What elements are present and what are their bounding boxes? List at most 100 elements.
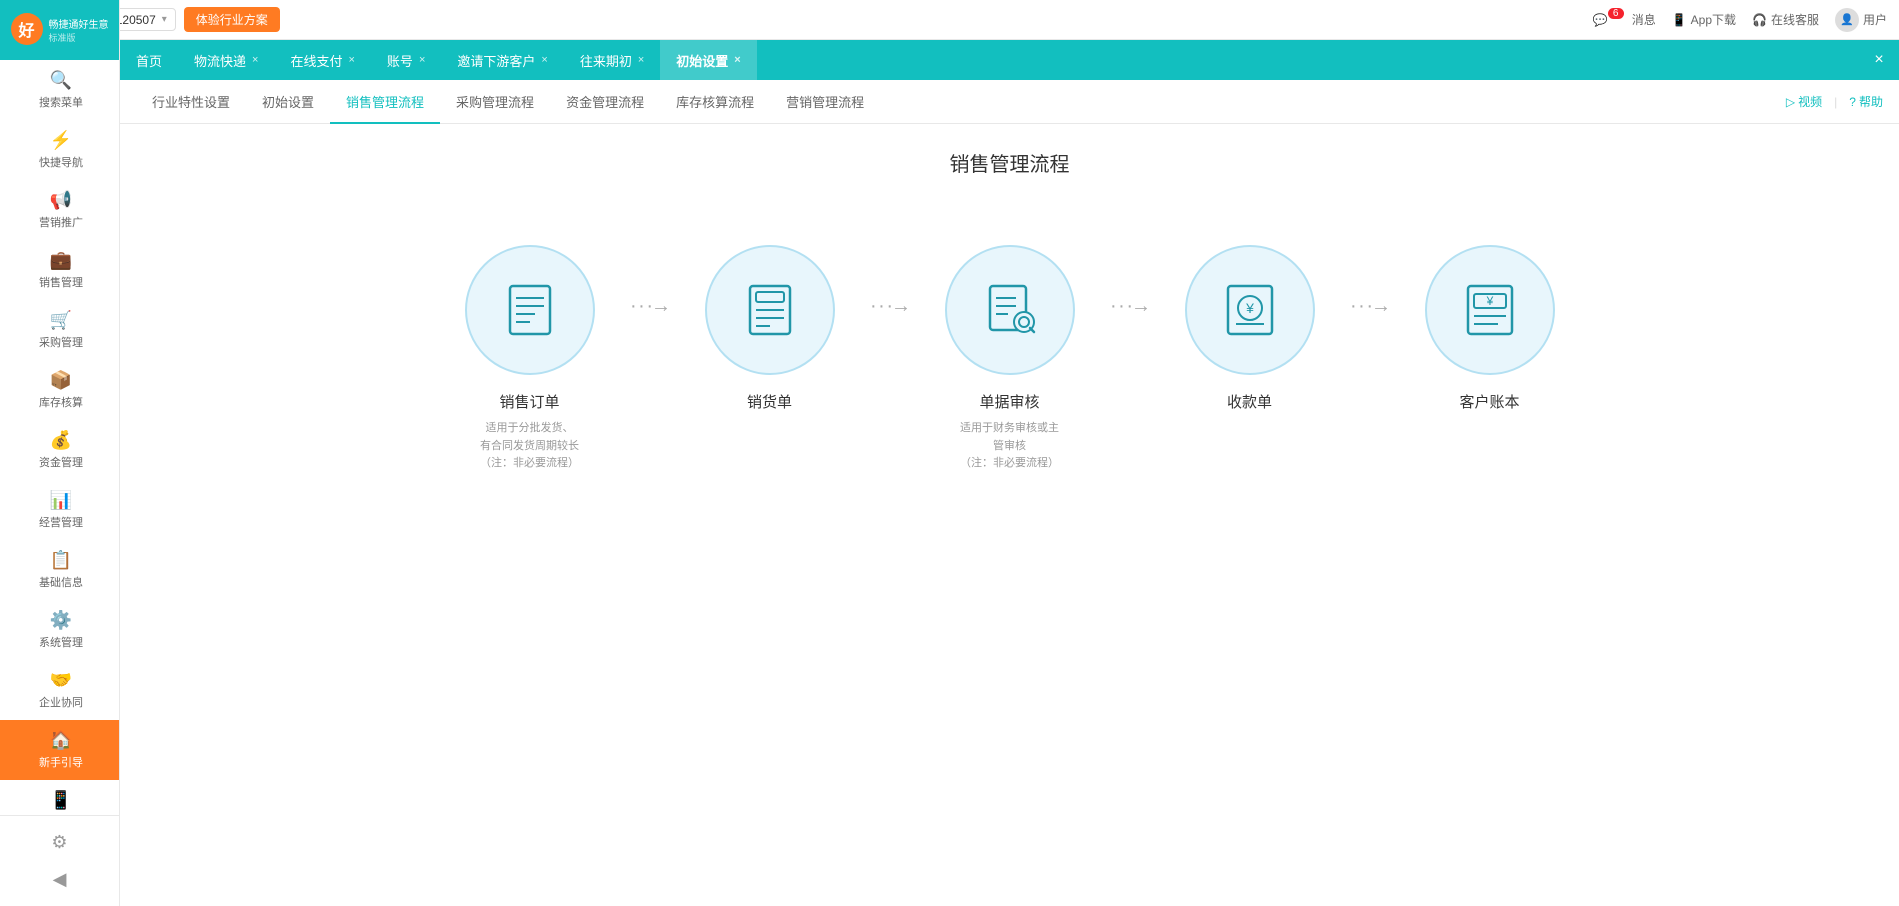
sidebar-item-label: 企业协同 bbox=[39, 694, 83, 710]
message-label: 消息 bbox=[1632, 11, 1656, 28]
sidebar-item-快捷导航[interactable]: ⚡ 快捷导航 bbox=[0, 120, 119, 180]
flow-label-account: 客户账本 bbox=[1459, 391, 1519, 412]
svg-text:¥: ¥ bbox=[1245, 300, 1254, 316]
nav-tab-邀请下游客户[interactable]: 邀请下游客户 × bbox=[441, 40, 563, 80]
sub-tab-销售管理流程[interactable]: 销售管理流程 bbox=[330, 80, 440, 124]
sidebar-icon: 🤝 bbox=[50, 670, 72, 691]
sub-tab-初始设置[interactable]: 初始设置 bbox=[246, 80, 330, 124]
page-title: 销售管理流程 bbox=[152, 148, 1867, 177]
app-download-group[interactable]: 📱 App下载 bbox=[1672, 11, 1736, 28]
user-group[interactable]: 👤 用户 bbox=[1835, 8, 1887, 32]
logo-icon: 好 bbox=[11, 13, 43, 45]
nav-tab-往来期初[interactable]: 往来期初 × bbox=[564, 40, 660, 80]
logo-title: 畅捷通好生意 bbox=[49, 16, 109, 31]
sidebar-item-库存核算[interactable]: 📦 库存核算 bbox=[0, 360, 119, 420]
nav-tab-账号[interactable]: 账号 × bbox=[371, 40, 441, 80]
nav-tab-close-icon[interactable]: × bbox=[638, 54, 644, 66]
nav-tab-label: 初始设置 bbox=[676, 51, 728, 70]
sidebar-bottom: ⚙ ◀ bbox=[0, 815, 119, 906]
nav-tab-在线支付[interactable]: 在线支付 × bbox=[274, 40, 370, 80]
flow-circle-sales-order[interactable] bbox=[465, 245, 595, 375]
sub-tabs: 行业特性设置初始设置销售管理流程采购管理流程资金管理流程库存核算流程营销管理流程… bbox=[120, 80, 1899, 124]
flow-arrow-1: · · ·→ bbox=[860, 245, 920, 318]
nav-tab-label: 邀请下游客户 bbox=[457, 51, 535, 70]
nav-tab-物流快递[interactable]: 物流快递 × bbox=[178, 40, 274, 80]
nav-tab-close-icon[interactable]: × bbox=[252, 54, 258, 66]
flow-circle-sales-invoice[interactable] bbox=[705, 245, 835, 375]
sidebar-item-企业协同[interactable]: 🤝 企业协同 bbox=[0, 660, 119, 720]
sidebar-item-资金管理[interactable]: 💰 资金管理 bbox=[0, 420, 119, 480]
sub-tab-营销管理流程[interactable]: 营销管理流程 bbox=[770, 80, 880, 124]
sidebar-item-采购管理[interactable]: 🛒 采购管理 bbox=[0, 300, 119, 360]
sidebar-item-搜索菜单[interactable]: 🔍 搜索菜单 bbox=[0, 60, 119, 120]
help-icon: ? bbox=[1849, 95, 1856, 109]
nav-tab-label: 首页 bbox=[136, 51, 162, 70]
flow-circle-audit[interactable] bbox=[945, 245, 1075, 375]
sidebar-item-label: 新手引导 bbox=[39, 754, 83, 770]
trial-button[interactable]: 体验行业方案 bbox=[184, 7, 280, 32]
nav-tab-初始设置[interactable]: 初始设置 × bbox=[660, 40, 756, 80]
global-close-button[interactable]: × bbox=[1859, 40, 1899, 80]
nav-tabs: 首页物流快递 ×在线支付 ×账号 ×邀请下游客户 ×往来期初 ×初始设置 × bbox=[120, 40, 1899, 80]
help-link[interactable]: ? 帮助 bbox=[1849, 93, 1883, 110]
sidebar-item-label: 营销推广 bbox=[39, 214, 83, 230]
sidebar-item-营销推广[interactable]: 📢 营销推广 bbox=[0, 180, 119, 240]
video-link[interactable]: ▷ 视频 bbox=[1786, 93, 1822, 110]
service-group[interactable]: 🎧 在线客服 bbox=[1752, 11, 1819, 28]
nav-tab-close-icon[interactable]: × bbox=[541, 54, 547, 66]
top-bar-right: 💬 6 消息 📱 App下载 🎧 在线客服 👤 用户 bbox=[1593, 8, 1887, 32]
top-bar: 用户690企业1660120507 ▾ 体验行业方案 💬 6 消息 📱 App下… bbox=[0, 0, 1899, 40]
sidebar-item-label: 快捷导航 bbox=[39, 154, 83, 170]
svg-text:¥: ¥ bbox=[1485, 294, 1493, 308]
app-label: App下载 bbox=[1691, 11, 1736, 28]
sidebar-item-系统管理[interactable]: ⚙️ 系统管理 bbox=[0, 600, 119, 660]
flow-node-sales-order: 销售订单 适用于分批发货、有合同发货周期较长（注：非必要流程） bbox=[440, 245, 620, 473]
flow-label-receipt: 收款单 bbox=[1227, 391, 1272, 412]
sidebar-icon: 🛒 bbox=[50, 310, 72, 331]
flow-circle-receipt[interactable]: ¥ bbox=[1185, 245, 1315, 375]
sidebar-item-经营管理[interactable]: 📊 经营管理 bbox=[0, 480, 119, 540]
nav-tab-label: 账号 bbox=[387, 51, 413, 70]
collapse-button[interactable]: ◀ bbox=[0, 861, 119, 898]
main-content: 行业特性设置初始设置销售管理流程采购管理流程资金管理流程库存核算流程营销管理流程… bbox=[120, 80, 1899, 906]
nav-tab-label: 在线支付 bbox=[290, 51, 342, 70]
message-group[interactable]: 💬 6 消息 bbox=[1593, 11, 1656, 28]
video-icon: ▷ bbox=[1786, 95, 1795, 109]
sub-tab-库存核算流程[interactable]: 库存核算流程 bbox=[660, 80, 770, 124]
flow-node-sales-invoice: 销货单 bbox=[680, 245, 860, 420]
page-content: 销售管理流程 销售订单 适用于分批发货、有合同发货周期较长（注：非必要流程） ·… bbox=[120, 124, 1899, 557]
flow-circle-account[interactable]: ¥ bbox=[1425, 245, 1555, 375]
chevron-down-icon: ▾ bbox=[162, 14, 167, 25]
sub-tab-资金管理流程[interactable]: 资金管理流程 bbox=[550, 80, 660, 124]
app-icon: 📱 bbox=[1672, 13, 1687, 27]
nav-tab-首页[interactable]: 首页 bbox=[120, 40, 178, 80]
flow-arrow-2: · · ·→ bbox=[1100, 245, 1160, 318]
nav-tab-close-icon[interactable]: × bbox=[348, 54, 354, 66]
sidebar-icon: 📋 bbox=[50, 550, 72, 571]
message-badge: 6 bbox=[1608, 8, 1624, 19]
sidebar-item-新手引导[interactable]: 🏠 新手引导 bbox=[0, 720, 119, 780]
sidebar-item-label: 资金管理 bbox=[39, 454, 83, 470]
sidebar-icon: ⚙️ bbox=[50, 610, 72, 631]
sidebar-item-label: 库存核算 bbox=[39, 394, 83, 410]
sidebar-item-销售管理[interactable]: 💼 销售管理 bbox=[0, 240, 119, 300]
sub-tab-行业特性设置[interactable]: 行业特性设置 bbox=[136, 80, 246, 124]
settings-button[interactable]: ⚙ bbox=[0, 824, 119, 861]
sidebar-item-label: 采购管理 bbox=[39, 334, 83, 350]
sidebar-item-label: 基础信息 bbox=[39, 574, 83, 590]
sidebar-item-基础信息[interactable]: 📋 基础信息 bbox=[0, 540, 119, 600]
flow-arrow-3: · · ·→ bbox=[1340, 245, 1400, 318]
nav-tab-close-icon[interactable]: × bbox=[734, 54, 740, 66]
sub-tab-采购管理流程[interactable]: 采购管理流程 bbox=[440, 80, 550, 124]
flow-label-audit: 单据审核 bbox=[979, 391, 1039, 412]
sidebar-icon: 🏠 bbox=[50, 730, 72, 751]
nav-tab-close-icon[interactable]: × bbox=[419, 54, 425, 66]
flow-arrow-0: · · ·→ bbox=[620, 245, 680, 318]
sidebar-icon: 📊 bbox=[50, 490, 72, 511]
flow-node-receipt: ¥ 收款单 bbox=[1160, 245, 1340, 420]
flow-desc-sales-order: 适用于分批发货、有合同发货周期较长（注：非必要流程） bbox=[480, 420, 579, 473]
flow-label-sales-invoice: 销货单 bbox=[747, 391, 792, 412]
service-label: 在线客服 bbox=[1771, 11, 1819, 28]
sidebar-item-应用中心[interactable]: 📱 应用中心 bbox=[0, 780, 119, 815]
sidebar-icon: 📱 bbox=[50, 790, 72, 811]
